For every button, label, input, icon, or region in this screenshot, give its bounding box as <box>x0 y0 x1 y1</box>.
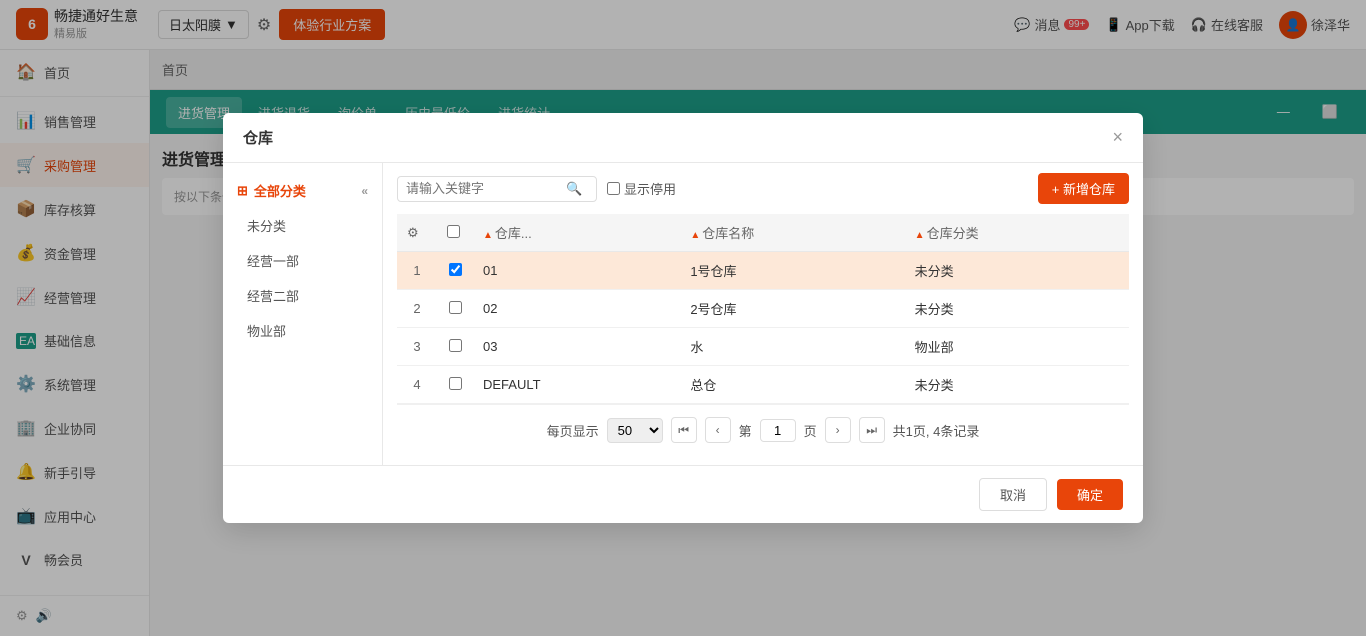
th-code: ▲仓库... <box>473 214 680 252</box>
grid-icon: ⊞ <box>237 183 248 199</box>
confirm-button[interactable]: 确定 <box>1057 479 1123 510</box>
cat-op2[interactable]: 经营二部 <box>223 278 382 313</box>
row-name: 1号仓库 <box>680 252 904 290</box>
row-code: 03 <box>473 328 680 366</box>
page-label: 第 <box>739 421 752 440</box>
sort-icon2: ▲ <box>690 230 700 241</box>
per-page-label: 每页显示 <box>547 421 599 440</box>
row-category: 物业部 <box>905 328 1129 366</box>
cat-op1[interactable]: 经营一部 <box>223 243 382 278</box>
sort-icon3: ▲ <box>915 230 925 241</box>
row-checkbox[interactable] <box>449 263 462 276</box>
first-page-button[interactable]: ⏮ <box>671 417 697 443</box>
row-category: 未分类 <box>905 366 1129 404</box>
row-code: 02 <box>473 290 680 328</box>
row-num-cell: 2 <box>397 290 437 328</box>
row-code: 01 <box>473 252 680 290</box>
row-checkbox[interactable] <box>449 339 462 352</box>
table-row[interactable]: 1 01 1号仓库 未分类 <box>397 252 1129 290</box>
row-num-cell: 3 <box>397 328 437 366</box>
per-page-select[interactable]: 50 20 100 <box>607 418 663 443</box>
sort-icon: ▲ <box>483 230 493 241</box>
th-name: ▲仓库名称 <box>680 214 904 252</box>
table-row[interactable]: 2 02 2号仓库 未分类 <box>397 290 1129 328</box>
show-disabled-checkbox[interactable] <box>607 182 620 195</box>
modal-title: 仓库 <box>243 127 273 148</box>
all-categories-label: 全部分类 <box>254 181 306 200</box>
search-input[interactable] <box>406 181 566 196</box>
pagination-bar: 每页显示 50 20 100 ⏮ ‹ 第 页 › ⏭ 共1页, 4条记录 <box>397 404 1129 455</box>
row-checkbox-cell[interactable] <box>437 366 473 404</box>
row-checkbox-cell[interactable] <box>437 290 473 328</box>
search-icon[interactable]: 🔍 <box>566 181 582 197</box>
row-checkbox-cell[interactable] <box>437 328 473 366</box>
row-category: 未分类 <box>905 252 1129 290</box>
all-categories[interactable]: ⊞ 全部分类 « <box>223 173 382 208</box>
collapse-button[interactable]: « <box>361 184 368 198</box>
table-panel: 🔍 显示停用 + 新增仓库 ⚙ ▲仓库... <box>383 163 1143 465</box>
select-all-checkbox[interactable] <box>447 225 460 238</box>
next-page-button[interactable]: › <box>825 417 851 443</box>
row-name: 2号仓库 <box>680 290 904 328</box>
prev-page-button[interactable]: ‹ <box>705 417 731 443</box>
cat-property[interactable]: 物业部 <box>223 313 382 348</box>
search-box: 🔍 <box>397 176 597 202</box>
table-toolbar: 🔍 显示停用 + 新增仓库 <box>397 173 1129 204</box>
cat-uncategorized[interactable]: 未分类 <box>223 208 382 243</box>
row-checkbox[interactable] <box>449 301 462 314</box>
row-num-cell: 1 <box>397 252 437 290</box>
row-checkbox-cell[interactable] <box>437 252 473 290</box>
category-panel: ⊞ 全部分类 « 未分类 经营一部 经营二部 物业部 <box>223 163 383 465</box>
th-category: ▲仓库分类 <box>905 214 1129 252</box>
modal-footer: 取消 确定 <box>223 465 1143 523</box>
th-checkbox <box>437 214 473 252</box>
cancel-button[interactable]: 取消 <box>979 478 1047 511</box>
last-page-button[interactable]: ⏭ <box>859 417 885 443</box>
row-num-cell: 4 <box>397 366 437 404</box>
row-code: DEFAULT <box>473 366 680 404</box>
show-disabled-text: 显示停用 <box>624 179 676 198</box>
row-checkbox[interactable] <box>449 377 462 390</box>
th-settings: ⚙ <box>397 214 437 252</box>
warehouse-modal: 仓库 × ⊞ 全部分类 « 未分类 经营一部 经营二部 物业部 <box>223 113 1143 523</box>
row-category: 未分类 <box>905 290 1129 328</box>
modal-body: ⊞ 全部分类 « 未分类 经营一部 经营二部 物业部 🔍 <box>223 163 1143 465</box>
total-info: 共1页, 4条记录 <box>893 421 980 440</box>
page-input[interactable] <box>760 419 796 442</box>
add-warehouse-button[interactable]: + 新增仓库 <box>1038 173 1129 204</box>
table-row[interactable]: 3 03 水 物业部 <box>397 328 1129 366</box>
modal-overlay: 仓库 × ⊞ 全部分类 « 未分类 经营一部 经营二部 物业部 <box>0 0 1366 636</box>
page-suffix: 页 <box>804 421 817 440</box>
show-disabled-label[interactable]: 显示停用 <box>607 179 676 198</box>
row-name: 总仓 <box>680 366 904 404</box>
row-name: 水 <box>680 328 904 366</box>
table-row[interactable]: 4 DEFAULT 总仓 未分类 <box>397 366 1129 404</box>
warehouse-table: ⚙ ▲仓库... ▲仓库名称 ▲仓库分类 1 01 1号仓库 未分类 2 <box>397 214 1129 404</box>
modal-close-button[interactable]: × <box>1112 127 1123 148</box>
modal-header: 仓库 × <box>223 113 1143 163</box>
